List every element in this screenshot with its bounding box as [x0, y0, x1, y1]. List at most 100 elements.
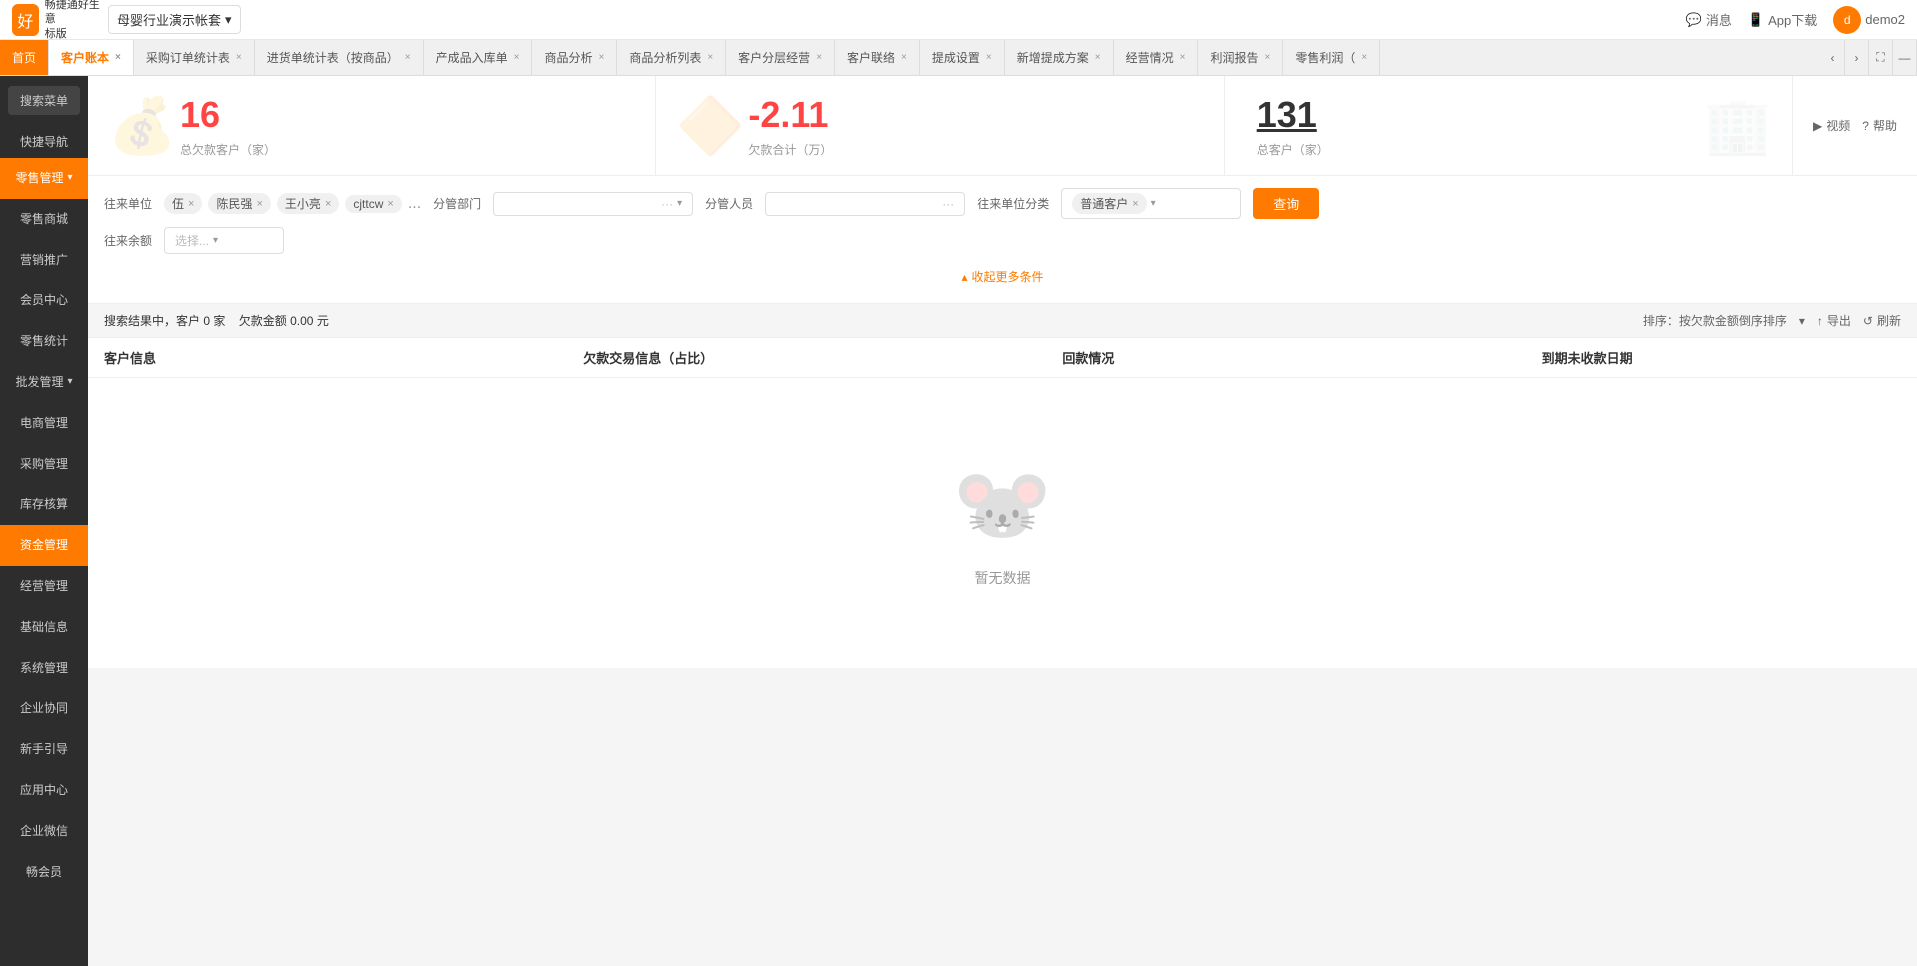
category-filter-select[interactable]: 普通客户 × ▾	[1061, 188, 1241, 219]
unit-tag-3[interactable]: cjttcw ×	[345, 195, 401, 213]
collapse-filter-button[interactable]: ▴ 收起更多条件	[104, 262, 1901, 291]
sidebar-search-area: 搜索菜单	[0, 76, 88, 125]
tab-product-storage[interactable]: 产成品入库单 ×	[424, 40, 533, 76]
unit-tag-0[interactable]: 伍 ×	[164, 193, 202, 214]
sidebar-member-label: 会员中心	[20, 293, 68, 307]
tab-customer-layer[interactable]: 客户分层经营 ×	[726, 40, 835, 76]
tab-close-icon[interactable]: ×	[115, 52, 121, 63]
tab-retail-profit-label: 零售利润（	[1295, 49, 1355, 66]
sidebar-item-retail[interactable]: 零售管理 ▾	[0, 158, 88, 199]
tab-customer-contact[interactable]: 客户联络 ×	[835, 40, 920, 76]
tab-close-icon[interactable]: ×	[901, 52, 907, 63]
collapse-label: 收起更多条件	[972, 268, 1044, 285]
table-col-customer: 客户信息	[104, 348, 583, 367]
tab-customer-account[interactable]: 客户账本 ×	[49, 40, 134, 76]
category-tag-0[interactable]: 普通客户 ×	[1072, 193, 1146, 214]
sidebar-item-basic[interactable]: 基础信息	[0, 607, 88, 648]
balance-filter-select[interactable]: 选择... ▾	[164, 227, 284, 254]
sidebar-item-retail-mall[interactable]: 零售商城	[0, 199, 88, 240]
sidebar-item-operation[interactable]: 经营管理	[0, 566, 88, 607]
sidebar-item-ecommerce[interactable]: 电商管理	[0, 403, 88, 444]
chevron-down-icon: ▾	[67, 171, 72, 185]
enterprise-selector[interactable]: 母婴行业演示帐套 ▾	[108, 5, 241, 34]
tab-close-icon[interactable]: ×	[514, 52, 520, 63]
query-button[interactable]: 查询	[1253, 188, 1319, 219]
tab-close-icon[interactable]: ×	[1180, 52, 1186, 63]
tab-new-promotion[interactable]: 新增提成方案 ×	[1005, 40, 1114, 76]
unit-tag-2-text: 王小亮	[285, 195, 321, 212]
tab-fullscreen-button[interactable]: ⛶	[1869, 40, 1893, 76]
unit-tag-1[interactable]: 陈民强 ×	[208, 193, 270, 214]
help-button[interactable]: ? 帮助	[1862, 117, 1897, 134]
balance-filter-label: 往来余额	[104, 232, 152, 249]
tab-close-icon[interactable]: ×	[1095, 52, 1101, 63]
content-area: 💰 16 总欠款客户（家） 🔶 -2.11 欠款合计（万） 🏢 131 总客户（…	[88, 76, 1917, 966]
sidebar-item-finance[interactable]: 资金管理	[0, 525, 88, 566]
tab-next-button[interactable]: ›	[1845, 40, 1869, 76]
app-icon: 📱	[1748, 12, 1764, 28]
tab-goods-analysis-list[interactable]: 商品分析列表 ×	[617, 40, 726, 76]
tab-home[interactable]: 首页	[0, 40, 49, 76]
tab-prev-button[interactable]: ‹	[1821, 40, 1845, 76]
refresh-button[interactable]: ↺ 刷新	[1863, 312, 1901, 329]
result-count-unit: 家	[213, 314, 225, 328]
sidebar-item-retail-stats[interactable]: 零售统计	[0, 321, 88, 362]
video-button[interactable]: ▶ 视频	[1813, 117, 1850, 134]
unit-tag-2[interactable]: 王小亮 ×	[277, 193, 339, 214]
tab-inventory-stats[interactable]: 进货单统计表（按商品） ×	[255, 40, 424, 76]
tab-close-icon[interactable]: ×	[598, 52, 604, 63]
sidebar-item-enterprise-wechat[interactable]: 企业微信	[0, 811, 88, 852]
tab-purchase-order[interactable]: 采购订单统计表 ×	[134, 40, 255, 76]
tab-promotion-settings[interactable]: 提成设置 ×	[920, 40, 1005, 76]
balance-chevron-icon: ▾	[213, 235, 218, 246]
sidebar-item-inventory[interactable]: 库存核算	[0, 484, 88, 525]
unit-more-button[interactable]: ...	[408, 195, 421, 213]
tab-retail-profit[interactable]: 零售利润（ ×	[1283, 40, 1380, 76]
tab-close-icon[interactable]: ×	[816, 52, 822, 63]
result-prefix: 搜索结果中，客户	[104, 314, 200, 328]
sidebar-item-vip-member[interactable]: 畅会员	[0, 852, 88, 893]
sidebar-item-wholesale[interactable]: 批发管理 ▾	[0, 362, 88, 403]
logo-text: 畅捷通好生意 标版	[45, 0, 100, 41]
tab-close-icon[interactable]: ×	[236, 52, 242, 63]
tab-close-icon[interactable]: ×	[986, 52, 992, 63]
app-download-button[interactable]: 📱 App下载	[1748, 10, 1817, 29]
tab-bar: 首页 客户账本 × 采购订单统计表 × 进货单统计表（按商品） × 产成品入库单…	[0, 40, 1917, 76]
tab-business-status[interactable]: 经营情况 ×	[1114, 40, 1199, 76]
tab-close-icon[interactable]: ×	[1361, 52, 1367, 63]
sort-chevron-icon[interactable]: ▾	[1799, 314, 1805, 328]
sidebar-wholesale-label: 批发管理	[15, 374, 63, 391]
sidebar-item-app-center[interactable]: 应用中心	[0, 770, 88, 811]
quick-nav-button[interactable]: 快捷导航	[0, 125, 88, 158]
person-filter-select[interactable]: ···	[765, 192, 965, 216]
search-menu-button[interactable]: 搜索菜单	[8, 86, 80, 115]
dept-filter-select[interactable]: ··· ▾	[493, 192, 693, 216]
dept-more-icon: ···	[661, 197, 673, 211]
sidebar-app-center-label: 应用中心	[20, 783, 68, 797]
unit-tag-3-close[interactable]: ×	[387, 198, 393, 210]
tab-close-icon[interactable]: ×	[707, 52, 713, 63]
tab-close-icon[interactable]: ×	[405, 52, 411, 63]
tab-collapse-button[interactable]: —	[1893, 40, 1917, 76]
export-button[interactable]: ↑ 导出	[1817, 312, 1851, 329]
tab-home-label: 首页	[12, 49, 36, 66]
sidebar-item-cooperation[interactable]: 企业协同	[0, 688, 88, 729]
sidebar-item-newbie[interactable]: 新手引导	[0, 729, 88, 770]
unit-tag-0-close[interactable]: ×	[188, 198, 194, 210]
stat-bg-coin-icon: 💰	[108, 93, 176, 158]
tab-close-icon[interactable]: ×	[1264, 52, 1270, 63]
tab-goods-analysis[interactable]: 商品分析 ×	[532, 40, 617, 76]
sidebar-item-marketing[interactable]: 营销推广	[0, 240, 88, 281]
unit-tag-2-close[interactable]: ×	[325, 198, 331, 210]
sidebar-item-member[interactable]: 会员中心	[0, 280, 88, 321]
sidebar-retail-label: 零售管理	[15, 170, 63, 187]
stats-row: 💰 16 总欠款客户（家） 🔶 -2.11 欠款合计（万） 🏢 131 总客户（…	[88, 76, 1917, 176]
unit-tag-1-close[interactable]: ×	[256, 198, 262, 210]
category-tag-0-close[interactable]: ×	[1132, 198, 1138, 210]
sidebar-item-system[interactable]: 系统管理	[0, 648, 88, 689]
message-button[interactable]: 💬 消息	[1686, 10, 1732, 29]
sidebar-item-purchase[interactable]: 采购管理	[0, 444, 88, 485]
tab-profit-report[interactable]: 利润报告 ×	[1198, 40, 1283, 76]
user-menu[interactable]: d demo2	[1833, 6, 1905, 34]
tab-profit-report-label: 利润报告	[1210, 49, 1258, 66]
